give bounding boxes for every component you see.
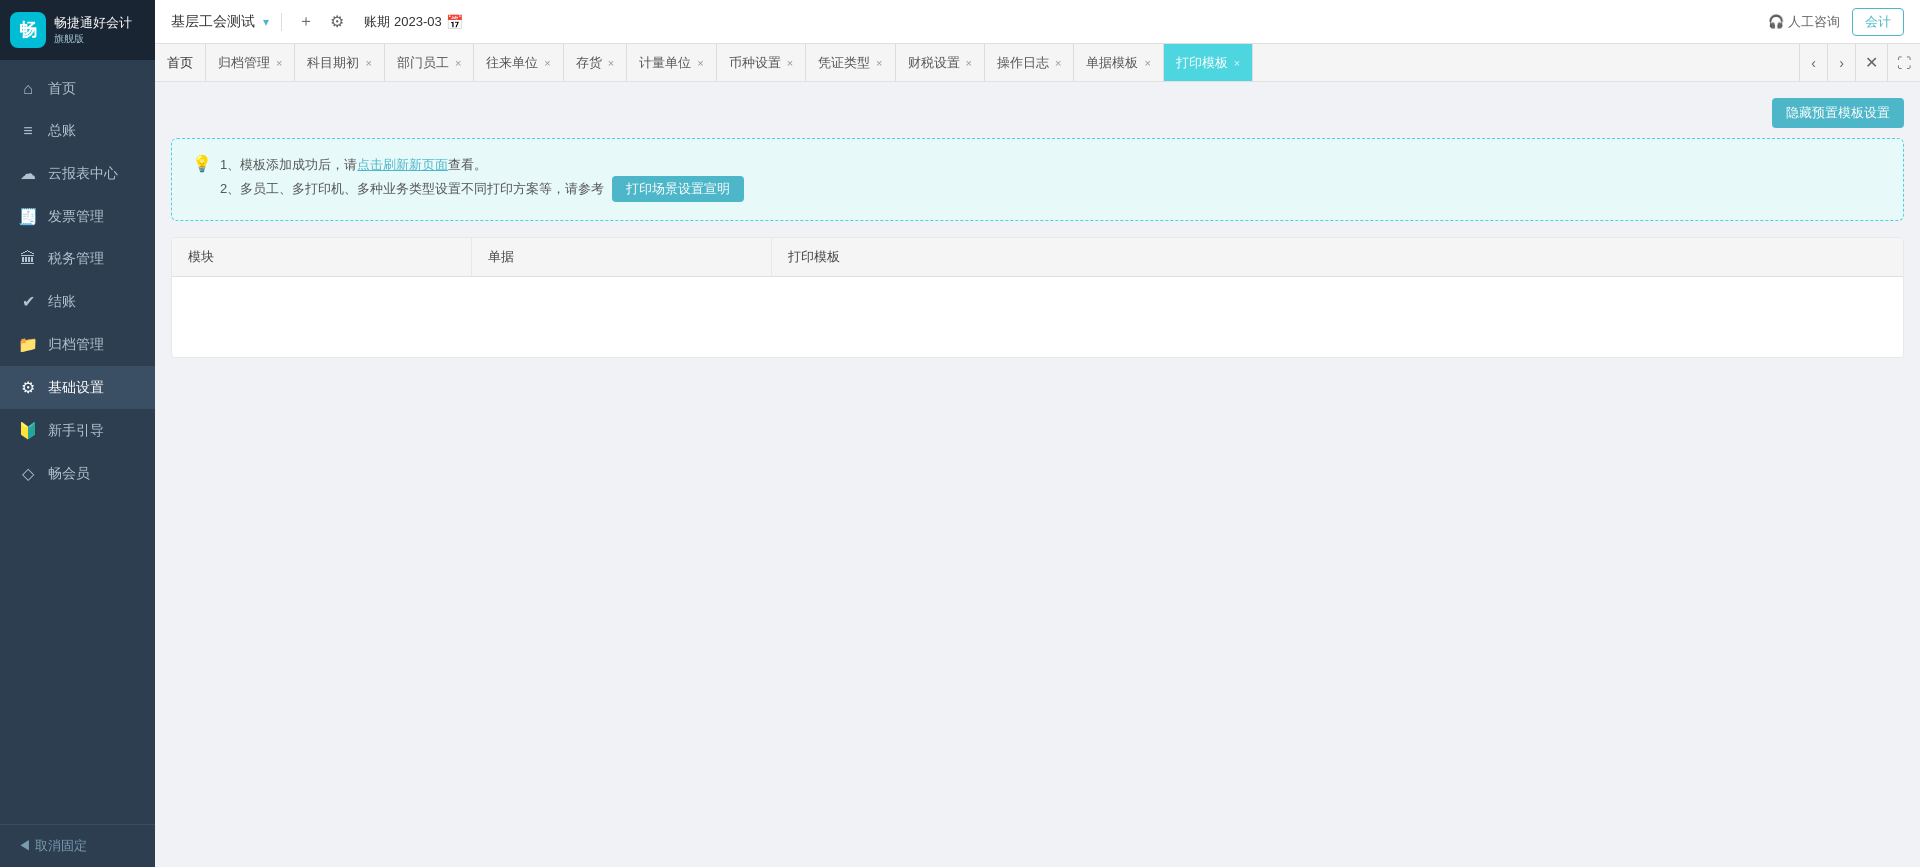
refresh-link[interactable]: 点击刷新新页面 — [357, 157, 448, 172]
tab-close-operation-log[interactable]: × — [1055, 57, 1061, 69]
tab-close-all-button[interactable]: ✕ — [1856, 44, 1888, 82]
company-name: 基层工会测试 — [171, 13, 255, 31]
sidebar-item-archive[interactable]: 📁 归档管理 — [0, 323, 155, 366]
add-tab-button[interactable]: ＋ — [294, 9, 318, 34]
column-module: 模块 — [172, 238, 472, 276]
tab-close-department[interactable]: × — [455, 57, 461, 69]
column-print-template: 打印模板 — [772, 238, 1903, 276]
sidebar-item-home[interactable]: ⌂ 首页 — [0, 68, 155, 110]
sidebar-item-reports[interactable]: ☁ 云报表中心 — [0, 152, 155, 195]
sidebar-item-settings[interactable]: ⚙ 基础设置 — [0, 366, 155, 409]
topbar-right: 🎧 人工咨询 会计 — [1768, 8, 1904, 36]
invoice-icon: 🧾 — [18, 207, 38, 226]
topbar: 基层工会测试 ▾ ＋ ⚙ 账期 2023-03 📅 🎧 人工咨询 会计 — [155, 0, 1920, 44]
hide-preset-template-button[interactable]: 隐藏预置模板设置 — [1772, 98, 1904, 128]
sidebar-item-invoice[interactable]: 🧾 发票管理 — [0, 195, 155, 238]
tab-vendor[interactable]: 往来单位 × — [474, 44, 563, 82]
tab-tax-settings[interactable]: 财税设置 × — [896, 44, 985, 82]
sidebar-item-member[interactable]: ◇ 畅会员 — [0, 452, 155, 495]
settings-gear-button[interactable]: ⚙ — [326, 10, 348, 33]
company-dropdown-icon[interactable]: ▾ — [263, 15, 269, 29]
tab-print-template[interactable]: 打印模板 × — [1164, 44, 1253, 82]
tab-next-button[interactable]: › — [1828, 44, 1856, 82]
kuaiji-button[interactable]: 会计 — [1852, 8, 1904, 36]
tab-close-inventory[interactable]: × — [608, 57, 614, 69]
notice-line-2: 2、多员工、多打印机、多种业务类型设置不同打印方案等，请参考 打印场景设置宣明 — [220, 176, 744, 202]
archive-icon: 📁 — [18, 335, 38, 354]
table-body — [172, 277, 1903, 357]
cancel-fixed-button[interactable]: ◀ 取消固定 — [0, 824, 155, 867]
content-area: 隐藏预置模板设置 💡 1、模板添加成功后，请点击刷新新页面查看。 2、多员工、多… — [155, 82, 1920, 867]
tab-close-tax-settings[interactable]: × — [966, 57, 972, 69]
tab-department[interactable]: 部门员工 × — [385, 44, 474, 82]
tab-operation-log[interactable]: 操作日志 × — [985, 44, 1074, 82]
tab-close-archive[interactable]: × — [276, 57, 282, 69]
tab-close-vendor[interactable]: × — [544, 57, 550, 69]
guide-icon: 🔰 — [18, 421, 38, 440]
tab-currency[interactable]: 币种设置 × — [717, 44, 806, 82]
sidebar-item-guide[interactable]: 🔰 新手引导 — [0, 409, 155, 452]
check-icon: ✔ — [18, 292, 38, 311]
home-icon: ⌂ — [18, 80, 38, 98]
calendar-icon[interactable]: 📅 — [446, 14, 463, 30]
logo-icon: 畅 — [10, 12, 46, 48]
sidebar-item-tax[interactable]: 🏛 税务管理 — [0, 238, 155, 280]
table-header: 模块 单据 打印模板 — [172, 238, 1903, 277]
tab-unit[interactable]: 计量单位 × — [627, 44, 716, 82]
tab-inventory[interactable]: 存货 × — [564, 44, 627, 82]
sidebar-item-ledger[interactable]: ≡ 总账 — [0, 110, 155, 152]
divider — [281, 13, 282, 31]
sidebar-nav: ⌂ 首页 ≡ 总账 ☁ 云报表中心 🧾 发票管理 🏛 税务管理 ✔ 结账 📁 归… — [0, 60, 155, 824]
notice-box: 💡 1、模板添加成功后，请点击刷新新页面查看。 2、多员工、多打印机、多种业务类… — [171, 138, 1904, 221]
bulb-icon: 💡 — [192, 154, 212, 173]
data-table: 模块 单据 打印模板 — [171, 237, 1904, 358]
tab-prev-button[interactable]: ‹ — [1800, 44, 1828, 82]
sidebar-item-closing[interactable]: ✔ 结账 — [0, 280, 155, 323]
period-display: 账期 2023-03 📅 — [364, 13, 463, 31]
tab-subject[interactable]: 科目期初 × — [295, 44, 384, 82]
tab-close-voucher-type[interactable]: × — [876, 57, 882, 69]
settings-icon: ⚙ — [18, 378, 38, 397]
hide-template-section: 隐藏预置模板设置 — [171, 98, 1904, 128]
tab-navigation: ‹ › ✕ ⛶ — [1799, 44, 1920, 82]
tab-close-unit[interactable]: × — [697, 57, 703, 69]
print-scene-button[interactable]: 打印场景设置宣明 — [612, 176, 744, 202]
tab-close-currency[interactable]: × — [787, 57, 793, 69]
notice-row-1: 💡 1、模板添加成功后，请点击刷新新页面查看。 2、多员工、多打印机、多种业务类… — [192, 153, 1883, 202]
logo-text: 畅捷通好会计 旗舰版 — [54, 15, 132, 45]
notice-line-1: 1、模板添加成功后，请点击刷新新页面查看。 — [220, 153, 744, 176]
main-area: 基层工会测试 ▾ ＋ ⚙ 账期 2023-03 📅 🎧 人工咨询 会计 首页 归… — [155, 0, 1920, 867]
ledger-icon: ≡ — [18, 122, 38, 140]
tab-single-form[interactable]: 单据模板 × — [1074, 44, 1163, 82]
sidebar: 畅 畅捷通好会计 旗舰版 ⌂ 首页 ≡ 总账 ☁ 云报表中心 🧾 发票管理 🏛 … — [0, 0, 155, 867]
tax-icon: 🏛 — [18, 250, 38, 268]
member-icon: ◇ — [18, 464, 38, 483]
column-receipt: 单据 — [472, 238, 772, 276]
logo: 畅 畅捷通好会计 旗舰版 — [0, 0, 155, 60]
notice-text-block: 1、模板添加成功后，请点击刷新新页面查看。 2、多员工、多打印机、多种业务类型设… — [220, 153, 744, 202]
tabbar: 首页 归档管理 × 科目期初 × 部门员工 × 往来单位 × 存货 × 计量单位… — [155, 44, 1920, 82]
tab-voucher-type[interactable]: 凭证类型 × — [806, 44, 895, 82]
tab-archive[interactable]: 归档管理 × — [206, 44, 295, 82]
tab-close-subject[interactable]: × — [365, 57, 371, 69]
cloud-icon: ☁ — [18, 164, 38, 183]
tab-close-single-form[interactable]: × — [1144, 57, 1150, 69]
headset-icon: 🎧 — [1768, 14, 1784, 29]
tab-close-print-template[interactable]: × — [1234, 57, 1240, 69]
service-button[interactable]: 🎧 人工咨询 — [1768, 13, 1840, 31]
tab-expand-button[interactable]: ⛶ — [1888, 44, 1920, 82]
tab-home[interactable]: 首页 — [155, 44, 206, 82]
